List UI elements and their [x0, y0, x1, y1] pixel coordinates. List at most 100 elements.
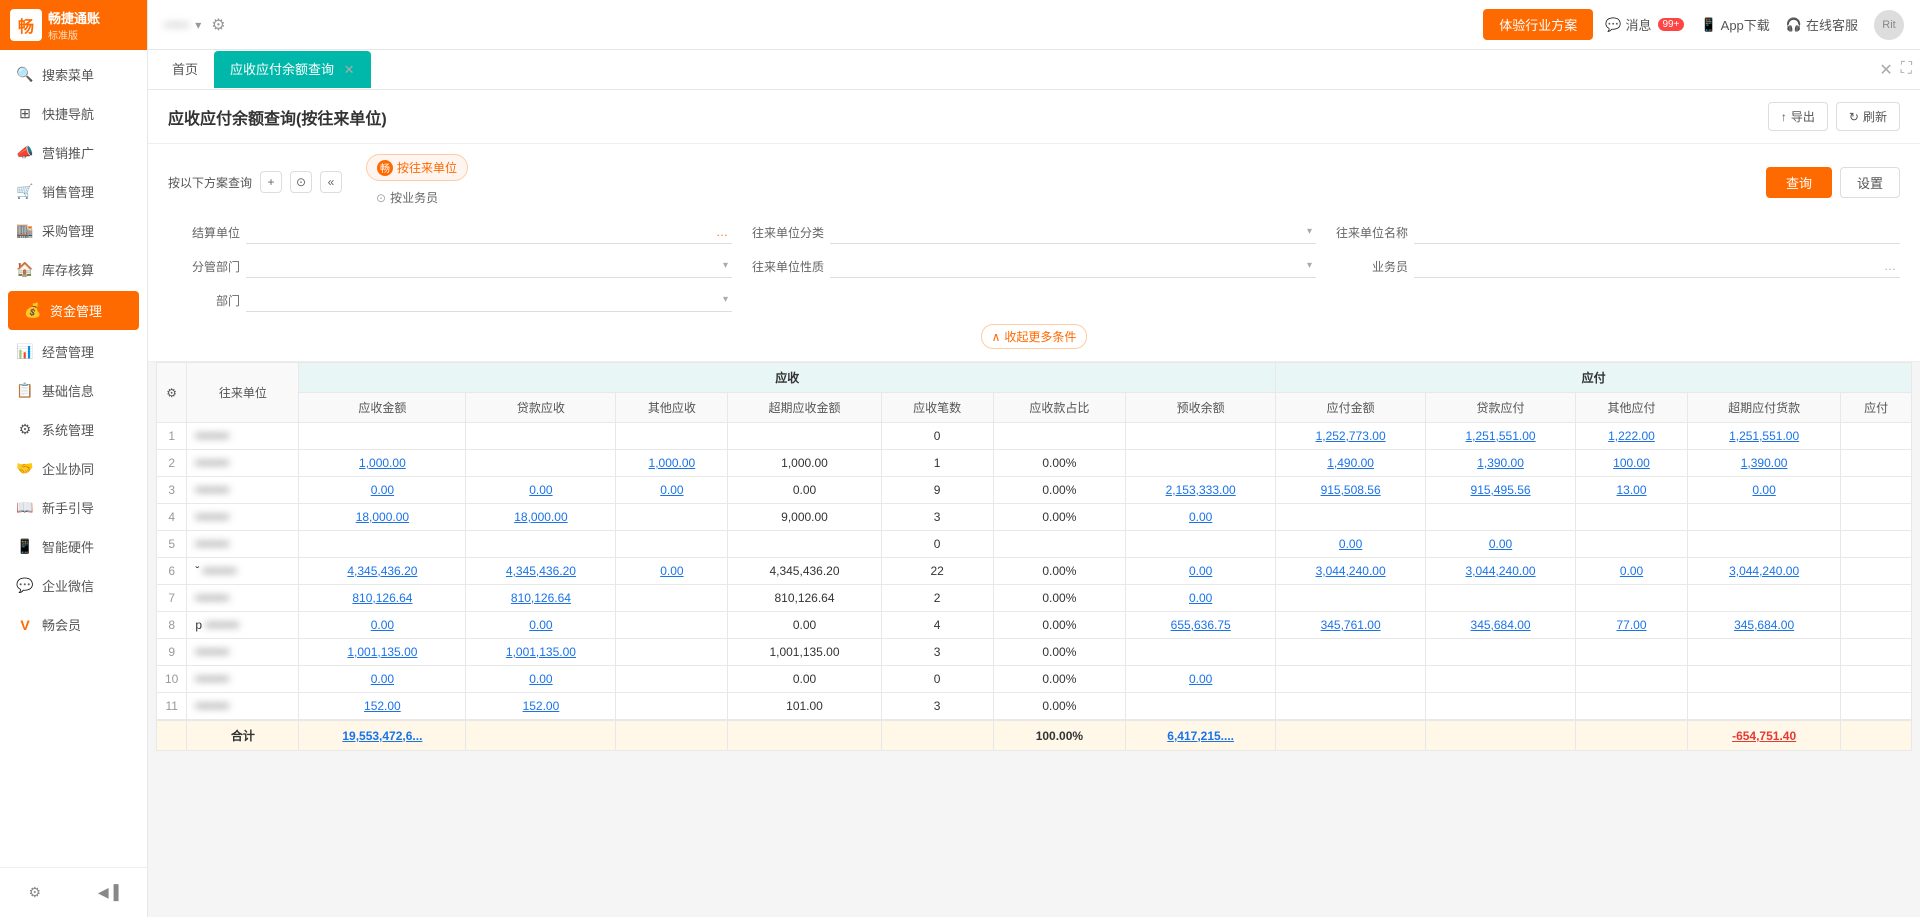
table-cell[interactable]: 1,001,135.00	[299, 639, 466, 666]
tab-home[interactable]: 首页	[156, 51, 214, 88]
sidebar-item-system[interactable]: ⚙ 系统管理	[0, 410, 147, 449]
table-cell[interactable]: 1,390.00	[1426, 450, 1576, 477]
tab-close-icon[interactable]: ✕	[344, 62, 355, 77]
table-cell[interactable]: 18,000.00	[466, 504, 616, 531]
table-cell[interactable]: 152.00	[466, 693, 616, 721]
tab-close-all-icon[interactable]: ✕	[1879, 60, 1892, 80]
table-cell[interactable]: 4,345,436.20	[466, 558, 616, 585]
table-cell[interactable]: 1,251,551.00	[1426, 423, 1576, 450]
table-cell[interactable]	[1687, 693, 1840, 721]
table-cell[interactable]: 915,508.56	[1276, 477, 1426, 504]
table-cell[interactable]	[1426, 504, 1576, 531]
tab-expand-icon[interactable]: ⛶	[1901, 60, 1912, 80]
dept-input[interactable]: ▾	[246, 288, 732, 312]
table-cell[interactable]: 0.00	[1126, 558, 1276, 585]
table-cell[interactable]	[1126, 693, 1276, 721]
table-cell[interactable]	[1687, 666, 1840, 693]
table-cell[interactable]	[616, 612, 728, 639]
sidebar-item-beginner[interactable]: 📖 新手引导	[0, 488, 147, 527]
table-cell[interactable]: 0.00	[466, 477, 616, 504]
table-cell[interactable]: 1,390.00	[1687, 450, 1840, 477]
table-cell[interactable]: 345,684.00	[1687, 612, 1840, 639]
table-cell[interactable]: 0.00	[1687, 477, 1840, 504]
table-cell[interactable]	[1426, 639, 1576, 666]
scheme-by-salesperson[interactable]: ⊙ 按业务员	[366, 185, 468, 210]
tab-ar-ap[interactable]: 应收应付余额查询 ✕	[214, 51, 371, 88]
table-cell[interactable]	[466, 531, 616, 558]
table-cell[interactable]	[1576, 585, 1688, 612]
sidebar-item-search[interactable]: 🔍 搜索菜单	[0, 55, 147, 94]
table-cell[interactable]: 2,153,333.00	[1126, 477, 1276, 504]
add-filter-btn[interactable]: +	[260, 171, 282, 193]
table-settings-col[interactable]: ⚙	[157, 363, 187, 423]
table-cell[interactable]	[1276, 693, 1426, 721]
table-cell[interactable]: 655,636.75	[1126, 612, 1276, 639]
table-cell[interactable]: 100.00	[1576, 450, 1688, 477]
table-cell[interactable]: 810,126.64	[299, 585, 466, 612]
table-cell[interactable]: 0.00	[1126, 666, 1276, 693]
table-cell[interactable]: 3,044,240.00	[1426, 558, 1576, 585]
settings-button[interactable]: 设置	[1840, 167, 1900, 198]
app-download-item[interactable]: 📱 App下载	[1700, 15, 1769, 34]
table-cell[interactable]: 0.00	[466, 666, 616, 693]
sidebar-item-basic[interactable]: 📋 基础信息	[0, 371, 147, 410]
table-cell[interactable]	[616, 693, 728, 721]
settlement-unit-input[interactable]: …	[246, 220, 732, 244]
sidebar-item-inventory[interactable]: 🏠 库存核算	[0, 250, 147, 289]
table-cell[interactable]	[1576, 693, 1688, 721]
sidebar-collapse-btn[interactable]: ◀▐	[92, 878, 125, 907]
sidebar-item-capital[interactable]: 💰 资金管理	[8, 291, 139, 330]
table-cell[interactable]	[1276, 639, 1426, 666]
sidebar-item-sales[interactable]: 🛒 销售管理	[0, 172, 147, 211]
sidebar-item-purchase[interactable]: 🏬 采购管理	[0, 211, 147, 250]
dept-manager-input[interactable]: ▾	[246, 254, 732, 278]
partner-nature-input[interactable]: ▾	[830, 254, 1316, 278]
table-cell[interactable]: 1,001,135.00	[466, 639, 616, 666]
table-cell[interactable]	[1576, 504, 1688, 531]
table-cell[interactable]: 0.00	[1126, 585, 1276, 612]
table-cell[interactable]: 152.00	[299, 693, 466, 721]
table-cell[interactable]	[616, 666, 728, 693]
table-cell[interactable]	[299, 423, 466, 450]
table-cell[interactable]: 1,251,551.00	[1687, 423, 1840, 450]
sidebar-item-vip[interactable]: V 畅会员	[0, 605, 147, 644]
table-cell[interactable]: 1,490.00	[1276, 450, 1426, 477]
table-cell[interactable]	[1276, 504, 1426, 531]
table-cell[interactable]	[1276, 585, 1426, 612]
table-cell[interactable]	[1276, 666, 1426, 693]
partner-category-input[interactable]: ▾	[830, 220, 1316, 244]
table-cell[interactable]: 4,345,436.20	[299, 558, 466, 585]
table-cell[interactable]: 0.00	[1576, 558, 1688, 585]
table-cell[interactable]	[1687, 531, 1840, 558]
refresh-button[interactable]: ↻ 刷新	[1836, 102, 1900, 131]
table-cell[interactable]	[616, 585, 728, 612]
table-cell[interactable]	[1126, 423, 1276, 450]
sidebar-item-operations[interactable]: 📊 经营管理	[0, 332, 147, 371]
table-cell[interactable]	[1426, 693, 1576, 721]
table-cell[interactable]	[1426, 666, 1576, 693]
table-cell[interactable]: 0.00	[299, 612, 466, 639]
table-cell[interactable]: 0.00	[616, 477, 728, 504]
scheme-by-partner[interactable]: 畅 按往来单位	[366, 154, 468, 181]
table-cell[interactable]: 18,000.00	[299, 504, 466, 531]
table-cell[interactable]	[1687, 639, 1840, 666]
table-cell[interactable]: 1,000.00	[299, 450, 466, 477]
online-service-item[interactable]: 🎧 在线客服	[1786, 15, 1858, 34]
table-cell[interactable]	[1576, 531, 1688, 558]
sidebar-item-wechat[interactable]: 💬 企业微信	[0, 566, 147, 605]
sidebar-item-quicknav[interactable]: ⊞ 快捷导航	[0, 94, 147, 133]
sidebar-item-marketing[interactable]: 📣 营销推广	[0, 133, 147, 172]
table-cell[interactable]: 1,000.00	[616, 450, 728, 477]
dropdown-arrow-icon[interactable]: ▾	[195, 18, 201, 32]
table-cell[interactable]: 3,044,240.00	[1687, 558, 1840, 585]
table-cell[interactable]	[616, 531, 728, 558]
table-cell[interactable]: 0.00	[1126, 504, 1276, 531]
table-cell[interactable]	[1426, 585, 1576, 612]
user-avatar[interactable]: Rit	[1874, 10, 1904, 40]
table-cell[interactable]: 0.00	[466, 612, 616, 639]
table-cell[interactable]: 1,222.00	[1576, 423, 1688, 450]
table-cell[interactable]	[299, 531, 466, 558]
table-cell[interactable]	[1576, 666, 1688, 693]
table-cell[interactable]: 0.00	[299, 477, 466, 504]
table-cell[interactable]: 345,761.00	[1276, 612, 1426, 639]
